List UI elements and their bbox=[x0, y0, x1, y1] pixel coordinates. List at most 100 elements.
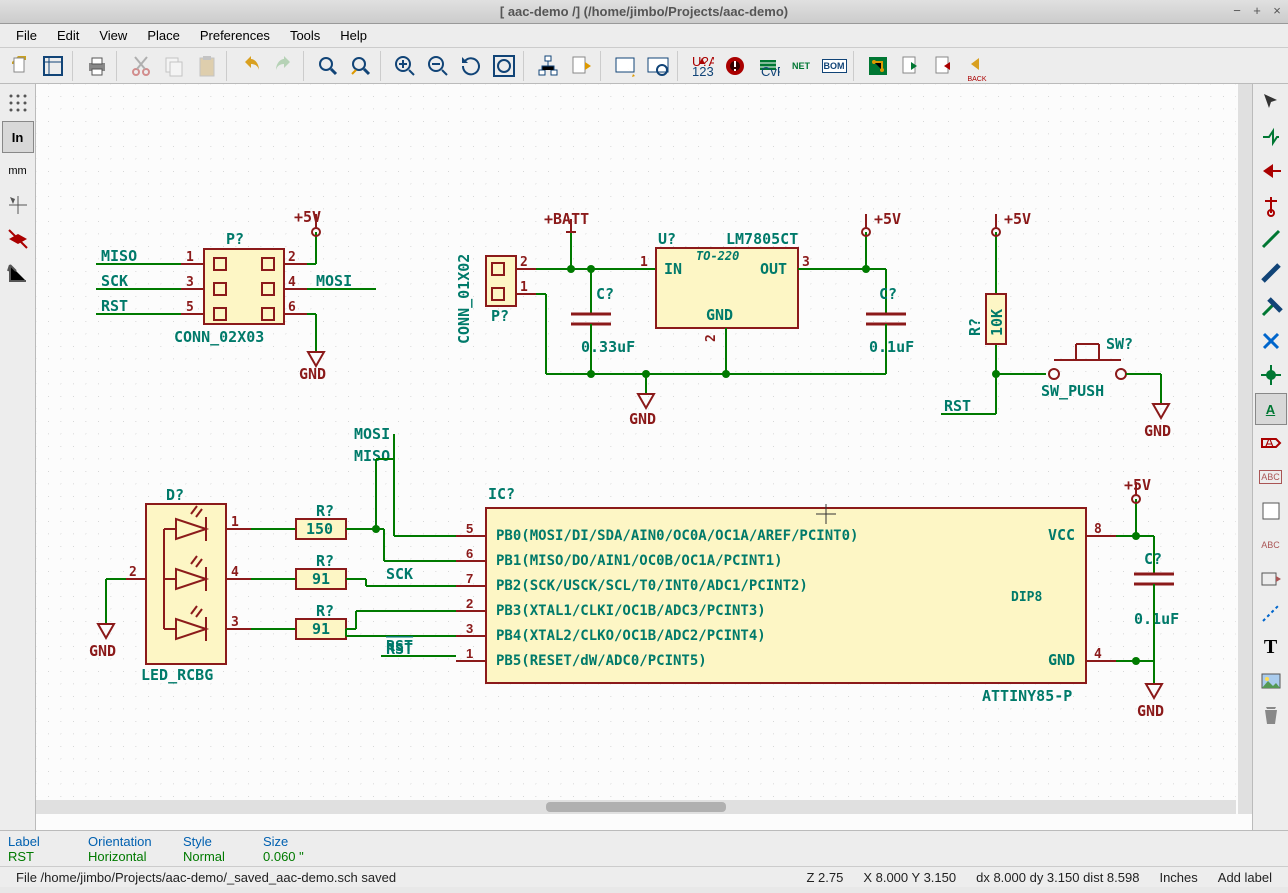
cursor-shape-button[interactable] bbox=[2, 189, 34, 221]
svg-text:123: 123 bbox=[692, 64, 714, 78]
place-line-tool[interactable] bbox=[1255, 597, 1287, 629]
status-units: Inches bbox=[1149, 870, 1207, 885]
place-sheet-tool[interactable] bbox=[1255, 495, 1287, 527]
print-button[interactable] bbox=[81, 50, 113, 82]
svg-text:LED_RCBG: LED_RCBG bbox=[141, 666, 213, 684]
grid-button[interactable] bbox=[2, 87, 34, 119]
status-dxy: dx 8.000 dy 3.150 dist 8.598 bbox=[966, 870, 1149, 885]
page-settings-button[interactable] bbox=[37, 50, 69, 82]
leave-sheet-button[interactable] bbox=[565, 50, 597, 82]
place-globallabel-tool[interactable]: A bbox=[1255, 427, 1287, 459]
pcbnew-button[interactable] bbox=[862, 50, 894, 82]
svg-text:3: 3 bbox=[231, 615, 239, 630]
zoom-redraw-button[interactable] bbox=[455, 50, 487, 82]
svg-text:0.33uF: 0.33uF bbox=[581, 338, 635, 356]
scrollbar-vertical[interactable] bbox=[1238, 84, 1252, 814]
place-text-tool[interactable]: T bbox=[1255, 631, 1287, 663]
new-button[interactable] bbox=[4, 50, 36, 82]
zoom-in-button[interactable] bbox=[389, 50, 421, 82]
units-in-button[interactable]: In bbox=[2, 121, 34, 153]
menu-edit[interactable]: Edit bbox=[49, 26, 87, 45]
conn-2x03: 1 3 5 2 4 6 MISO SCK RST MOSI +5V G bbox=[96, 208, 376, 383]
close-button[interactable]: × bbox=[1270, 5, 1284, 19]
units-mm-button[interactable]: mm bbox=[2, 155, 34, 187]
svg-text:MISO: MISO bbox=[354, 447, 390, 465]
svg-text:R?: R? bbox=[316, 552, 334, 570]
netlist-button[interactable]: NET bbox=[785, 50, 817, 82]
find-button[interactable] bbox=[312, 50, 344, 82]
select-tool[interactable] bbox=[1255, 87, 1287, 119]
highlight-net-tool[interactable] bbox=[1255, 121, 1287, 153]
import-sheet-pin-tool[interactable]: ABC bbox=[1255, 529, 1287, 561]
zoom-fit-button[interactable] bbox=[488, 50, 520, 82]
schematic-canvas[interactable]: 1 3 5 2 4 6 MISO SCK RST MOSI +5V G bbox=[36, 84, 1252, 830]
menu-preferences[interactable]: Preferences bbox=[192, 26, 278, 45]
place-junction-tool[interactable] bbox=[1255, 359, 1287, 391]
svg-text:C?: C? bbox=[596, 285, 614, 303]
bom-button[interactable]: BOM bbox=[818, 50, 850, 82]
zoom-out-button[interactable] bbox=[422, 50, 454, 82]
svg-text:PB3(XTAL1/CLKI/OC1B/ADC3/PCINT: PB3(XTAL1/CLKI/OC1B/ADC3/PCINT3) bbox=[496, 603, 766, 619]
svg-text:4: 4 bbox=[231, 565, 239, 580]
svg-text:150: 150 bbox=[306, 520, 333, 538]
svg-text:D?: D? bbox=[166, 486, 184, 504]
erc-button[interactable] bbox=[719, 50, 751, 82]
menu-tools[interactable]: Tools bbox=[282, 26, 328, 45]
menu-view[interactable]: View bbox=[91, 26, 135, 45]
svg-text:0.1uF: 0.1uF bbox=[1134, 610, 1179, 628]
place-netlabel-tool[interactable]: A bbox=[1255, 393, 1287, 425]
svg-text:C?: C? bbox=[879, 285, 897, 303]
svg-text:GND: GND bbox=[706, 306, 733, 324]
copy-button[interactable] bbox=[158, 50, 190, 82]
svg-text:6: 6 bbox=[288, 300, 296, 315]
delete-tool[interactable] bbox=[1255, 699, 1287, 731]
hidden-pins-button[interactable] bbox=[2, 223, 34, 255]
status-zoom: Z 2.75 bbox=[796, 870, 853, 885]
paste-button[interactable] bbox=[191, 50, 223, 82]
window-title: [ aac-demo /] (/home/jimbo/Projects/aac-… bbox=[500, 4, 788, 19]
menu-file[interactable]: File bbox=[8, 26, 45, 45]
svg-text:U?: U? bbox=[658, 230, 676, 248]
place-noconnect-tool[interactable] bbox=[1255, 325, 1287, 357]
place-component-tool[interactable] bbox=[1255, 155, 1287, 187]
library-browser-button[interactable] bbox=[642, 50, 674, 82]
svg-text:IN: IN bbox=[664, 260, 682, 278]
cvpcb-button[interactable]: CvP bbox=[752, 50, 784, 82]
status-file: File /home/jimbo/Projects/aac-demo/_save… bbox=[6, 870, 796, 885]
place-image-tool[interactable] bbox=[1255, 665, 1287, 697]
cut-button[interactable] bbox=[125, 50, 157, 82]
scrollbar-horizontal[interactable] bbox=[36, 800, 1236, 814]
svg-text:3: 3 bbox=[802, 255, 810, 270]
place-hierlabel-tool[interactable]: ABC bbox=[1255, 461, 1287, 493]
status-bar: File /home/jimbo/Projects/aac-demo/_save… bbox=[0, 866, 1288, 887]
place-sheet-pin-tool[interactable] bbox=[1255, 563, 1287, 595]
place-bus-tool[interactable] bbox=[1255, 257, 1287, 289]
back-button[interactable]: BACK bbox=[961, 50, 993, 82]
redo-button[interactable] bbox=[268, 50, 300, 82]
backanno-button[interactable] bbox=[928, 50, 960, 82]
minimize-button[interactable]: − bbox=[1230, 5, 1244, 19]
svg-text:R?: R? bbox=[316, 502, 334, 520]
svg-text:SCK: SCK bbox=[386, 565, 413, 583]
svg-text:MOSI: MOSI bbox=[354, 425, 390, 443]
undo-button[interactable] bbox=[235, 50, 267, 82]
annotate-button[interactable]: U?A123 bbox=[686, 50, 718, 82]
place-power-tool[interactable] bbox=[1255, 189, 1287, 221]
maximize-button[interactable]: + bbox=[1250, 5, 1264, 19]
library-editor-button[interactable] bbox=[609, 50, 641, 82]
find-replace-button[interactable] bbox=[345, 50, 377, 82]
bus-direction-button[interactable] bbox=[2, 257, 34, 289]
place-bus-entry-tool[interactable] bbox=[1255, 291, 1287, 323]
svg-text:GND: GND bbox=[1144, 422, 1171, 440]
svg-text:2: 2 bbox=[520, 255, 528, 270]
menu-help[interactable]: Help bbox=[332, 26, 375, 45]
place-wire-tool[interactable] bbox=[1255, 223, 1287, 255]
svg-text:+5V: +5V bbox=[1004, 210, 1031, 228]
svg-text:ATTINY85-P: ATTINY85-P bbox=[982, 687, 1072, 705]
hierarchy-button[interactable] bbox=[532, 50, 564, 82]
menu-place[interactable]: Place bbox=[139, 26, 188, 45]
svg-text:CONN_02X03: CONN_02X03 bbox=[174, 328, 264, 346]
svg-text:OUT: OUT bbox=[760, 260, 787, 278]
import-button[interactable] bbox=[895, 50, 927, 82]
svg-text:1: 1 bbox=[186, 250, 194, 265]
